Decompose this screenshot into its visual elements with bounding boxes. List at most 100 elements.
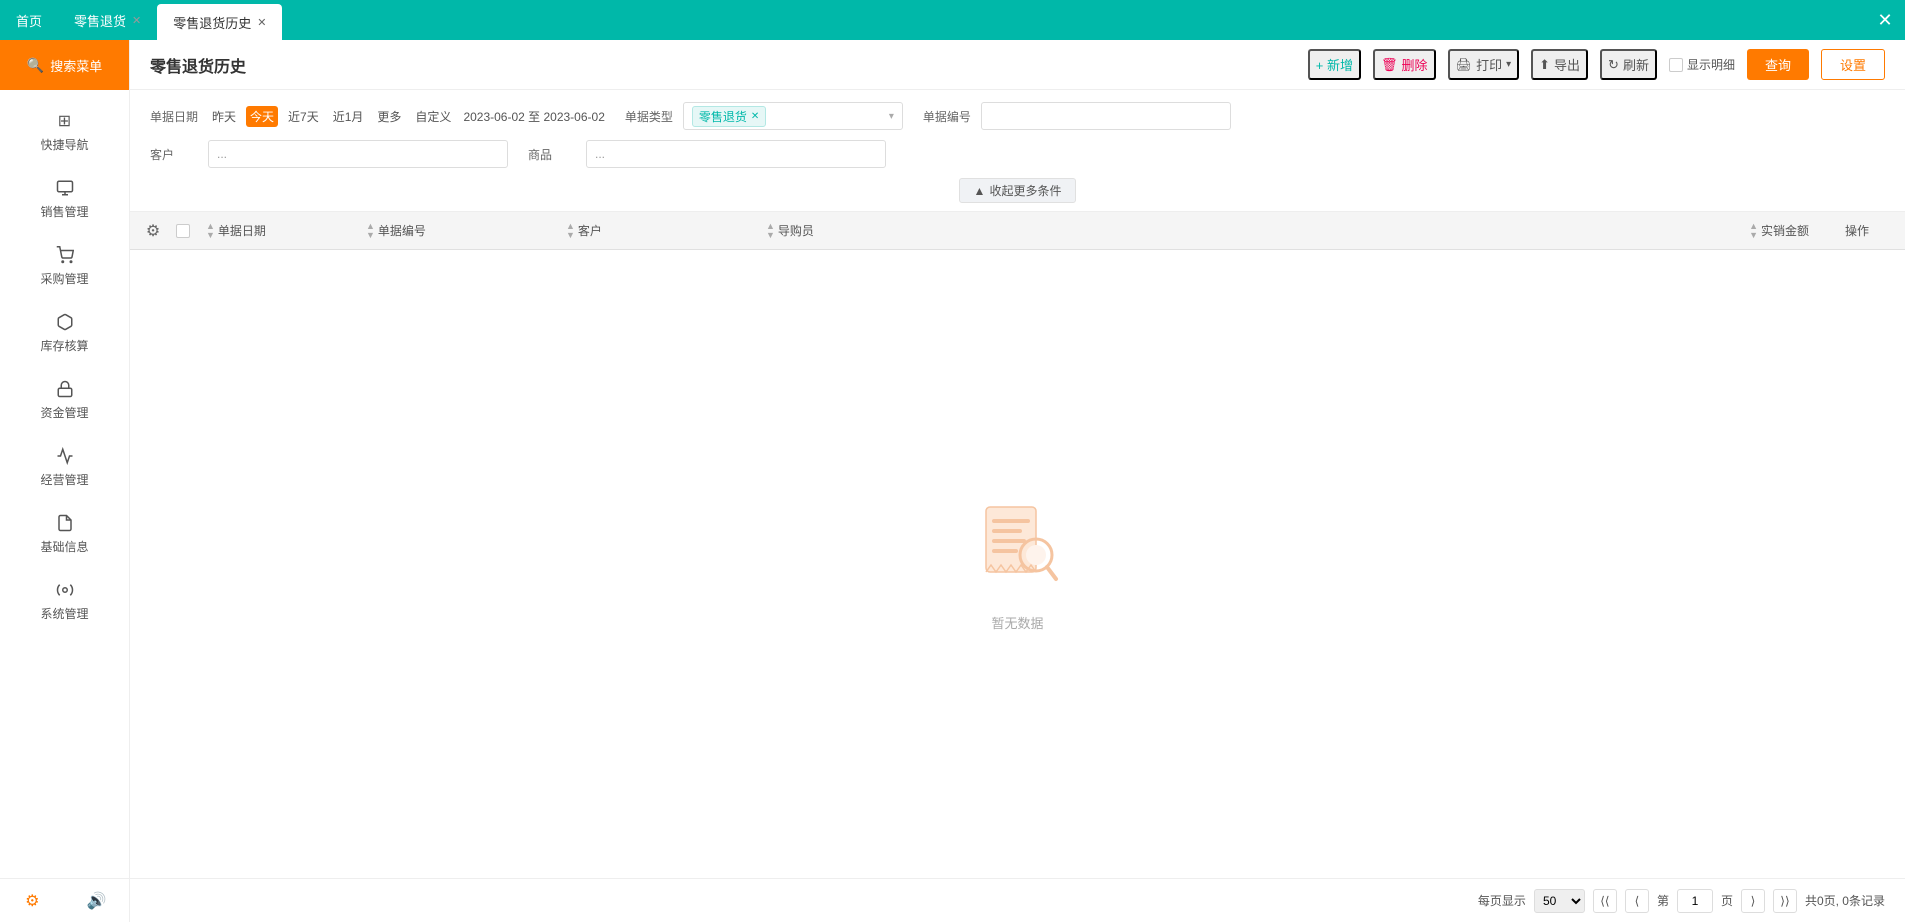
- delete-icon: 🗑: [1381, 57, 1398, 73]
- delete-button[interactable]: 🗑 删除: [1373, 49, 1436, 80]
- show-detail-label: 显示明细: [1687, 56, 1735, 73]
- purchase-icon: [54, 244, 76, 266]
- delete-label: 删除: [1402, 55, 1428, 74]
- th-date-label: 单据日期: [218, 222, 266, 239]
- refresh-icon: ↻: [1608, 57, 1619, 73]
- tab-retail-return-history-label: 零售退货历史: [173, 13, 251, 32]
- inventory-icon: [54, 311, 76, 333]
- speaker-icon[interactable]: 🔊: [82, 886, 112, 916]
- sidebar-item-operations[interactable]: 经营管理: [0, 433, 129, 500]
- doc-type-tag-label: 零售退货: [699, 108, 747, 125]
- tab-home-label: 首页: [16, 11, 42, 30]
- show-detail-checkbox[interactable]: [1669, 58, 1683, 72]
- doc-type-filter: 单据类型 零售退货 ✕ ▾: [625, 102, 903, 130]
- sidebar-item-basic[interactable]: 基础信息: [0, 500, 129, 567]
- sidebar-item-basic-label: 基础信息: [40, 538, 88, 555]
- print-button[interactable]: 🖨 打印 ▾: [1448, 49, 1520, 80]
- collapse-bar: ▲ 收起更多条件: [150, 178, 1885, 203]
- basic-icon: [54, 512, 76, 534]
- sidebar-item-system[interactable]: 系统管理: [0, 567, 129, 634]
- date-opt-today[interactable]: 今天: [246, 106, 278, 127]
- th-num-sort-icon: ▲▼: [366, 222, 375, 240]
- doc-type-tag: 零售退货 ✕: [692, 106, 766, 127]
- sidebar-search[interactable]: 🔍 搜索菜单: [0, 40, 129, 90]
- page-prev-button[interactable]: ⟨: [1625, 889, 1649, 913]
- per-page-select[interactable]: 10 20 50 100: [1534, 889, 1585, 913]
- page-last-button[interactable]: ⟩⟩: [1773, 889, 1797, 913]
- th-amount[interactable]: ▲▼ 实销金额: [958, 222, 1817, 240]
- total-info: 共0页, 0条记录: [1805, 892, 1885, 909]
- top-bar: 首页 零售退货 ✕ 零售退货历史 ✕ ✕: [0, 0, 1905, 40]
- tab-retail-return-history[interactable]: 零售退货历史 ✕: [157, 4, 282, 40]
- date-opt-last7[interactable]: 近7天: [284, 106, 323, 127]
- export-button[interactable]: ⬆ 导出: [1531, 49, 1588, 80]
- th-amount-label: 实销金额: [1761, 222, 1809, 239]
- tab-retail-return-history-close[interactable]: ✕: [257, 16, 266, 29]
- doc-num-input[interactable]: [981, 102, 1231, 130]
- empty-text: 暂无数据: [991, 613, 1043, 632]
- page-first-button[interactable]: ⟨⟨: [1593, 889, 1617, 913]
- product-filter: 商品 ...: [528, 140, 886, 168]
- sidebar-item-inventory-label: 库存核算: [40, 337, 88, 354]
- th-date-sort-icon: ▲▼: [206, 222, 215, 240]
- tab-retail-return[interactable]: 零售退货 ✕: [58, 0, 157, 40]
- th-guide-sort-icon: ▲▼: [766, 222, 775, 240]
- refresh-label: 刷新: [1623, 55, 1649, 74]
- doc-num-filter: 单据编号: [923, 102, 1231, 130]
- table-settings-icon[interactable]: ⚙: [138, 221, 168, 241]
- date-filter-label: 单据日期: [150, 108, 200, 125]
- sidebar-item-operations-label: 经营管理: [40, 471, 88, 488]
- doc-type-tag-close[interactable]: ✕: [751, 111, 759, 122]
- per-page-label: 每页显示: [1478, 892, 1526, 909]
- date-opt-custom[interactable]: 自定义: [411, 106, 455, 127]
- collapse-button[interactable]: ▲ 收起更多条件: [959, 178, 1077, 203]
- doc-type-select[interactable]: 零售退货 ✕ ▾: [683, 102, 903, 130]
- th-date[interactable]: ▲▼ 单据日期: [198, 222, 358, 240]
- tab-home[interactable]: 首页: [0, 0, 58, 40]
- query-button[interactable]: 查询: [1747, 49, 1809, 80]
- sidebar-item-sales[interactable]: 销售管理: [0, 165, 129, 232]
- page-title: 零售退货历史: [150, 53, 246, 77]
- customer-dots: ...: [217, 147, 227, 161]
- empty-illustration: [968, 497, 1068, 597]
- th-guide[interactable]: ▲▼ 导购员: [758, 222, 958, 240]
- new-button[interactable]: + 新增: [1308, 49, 1361, 80]
- th-guide-label: 导购员: [778, 222, 814, 239]
- doc-type-chevron-icon: ▾: [889, 111, 894, 122]
- date-opt-last1m[interactable]: 近1月: [329, 106, 368, 127]
- export-label: 导出: [1554, 55, 1580, 74]
- print-label: 打印: [1476, 55, 1502, 74]
- th-num[interactable]: ▲▼ 单据编号: [358, 222, 558, 240]
- page-next-button[interactable]: ⟩: [1741, 889, 1765, 913]
- customer-input[interactable]: ...: [208, 140, 508, 168]
- page-input[interactable]: [1677, 889, 1713, 913]
- filter-row-2: 客户 ... 商品 ...: [150, 140, 1885, 168]
- content-area: 零售退货历史 + 新增 🗑 删除 🖨 打印 ▾ ⬆ 导出 ↻: [130, 40, 1905, 922]
- operations-icon: [54, 445, 76, 467]
- date-opt-more[interactable]: 更多: [373, 106, 405, 127]
- quick-nav-icon: ⊞: [54, 110, 76, 132]
- th-num-label: 单据编号: [378, 222, 426, 239]
- sidebar-item-finance[interactable]: 资金管理: [0, 366, 129, 433]
- sidebar-item-quick-nav[interactable]: ⊞ 快捷导航: [0, 98, 129, 165]
- product-input[interactable]: ...: [586, 140, 886, 168]
- customer-label: 客户: [150, 146, 200, 163]
- th-customer[interactable]: ▲▼ 客户: [558, 222, 758, 240]
- page-header: 零售退货历史 + 新增 🗑 删除 🖨 打印 ▾ ⬆ 导出 ↻: [130, 40, 1905, 90]
- sidebar-item-purchase[interactable]: 采购管理: [0, 232, 129, 299]
- tab-retail-return-close[interactable]: ✕: [132, 14, 141, 27]
- collapse-icon: ▲: [974, 184, 986, 198]
- sidebar-search-label: 搜索菜单: [50, 56, 102, 75]
- refresh-button[interactable]: ↻ 刷新: [1600, 49, 1657, 80]
- sidebar-item-inventory[interactable]: 库存核算: [0, 299, 129, 366]
- sidebar-item-purchase-label: 采购管理: [40, 270, 88, 287]
- table-select-all-checkbox[interactable]: [168, 224, 198, 238]
- date-opt-yesterday[interactable]: 昨天: [208, 106, 240, 127]
- set-button[interactable]: 设置: [1821, 49, 1885, 80]
- sidebar-item-sales-label: 销售管理: [40, 203, 88, 220]
- show-detail-toggle[interactable]: 显示明细: [1669, 56, 1735, 73]
- page-suffix: 页: [1721, 892, 1733, 909]
- window-close-button[interactable]: ✕: [1865, 0, 1905, 40]
- th-customer-label: 客户: [578, 222, 602, 239]
- settings-icon[interactable]: ⚙: [17, 886, 47, 916]
